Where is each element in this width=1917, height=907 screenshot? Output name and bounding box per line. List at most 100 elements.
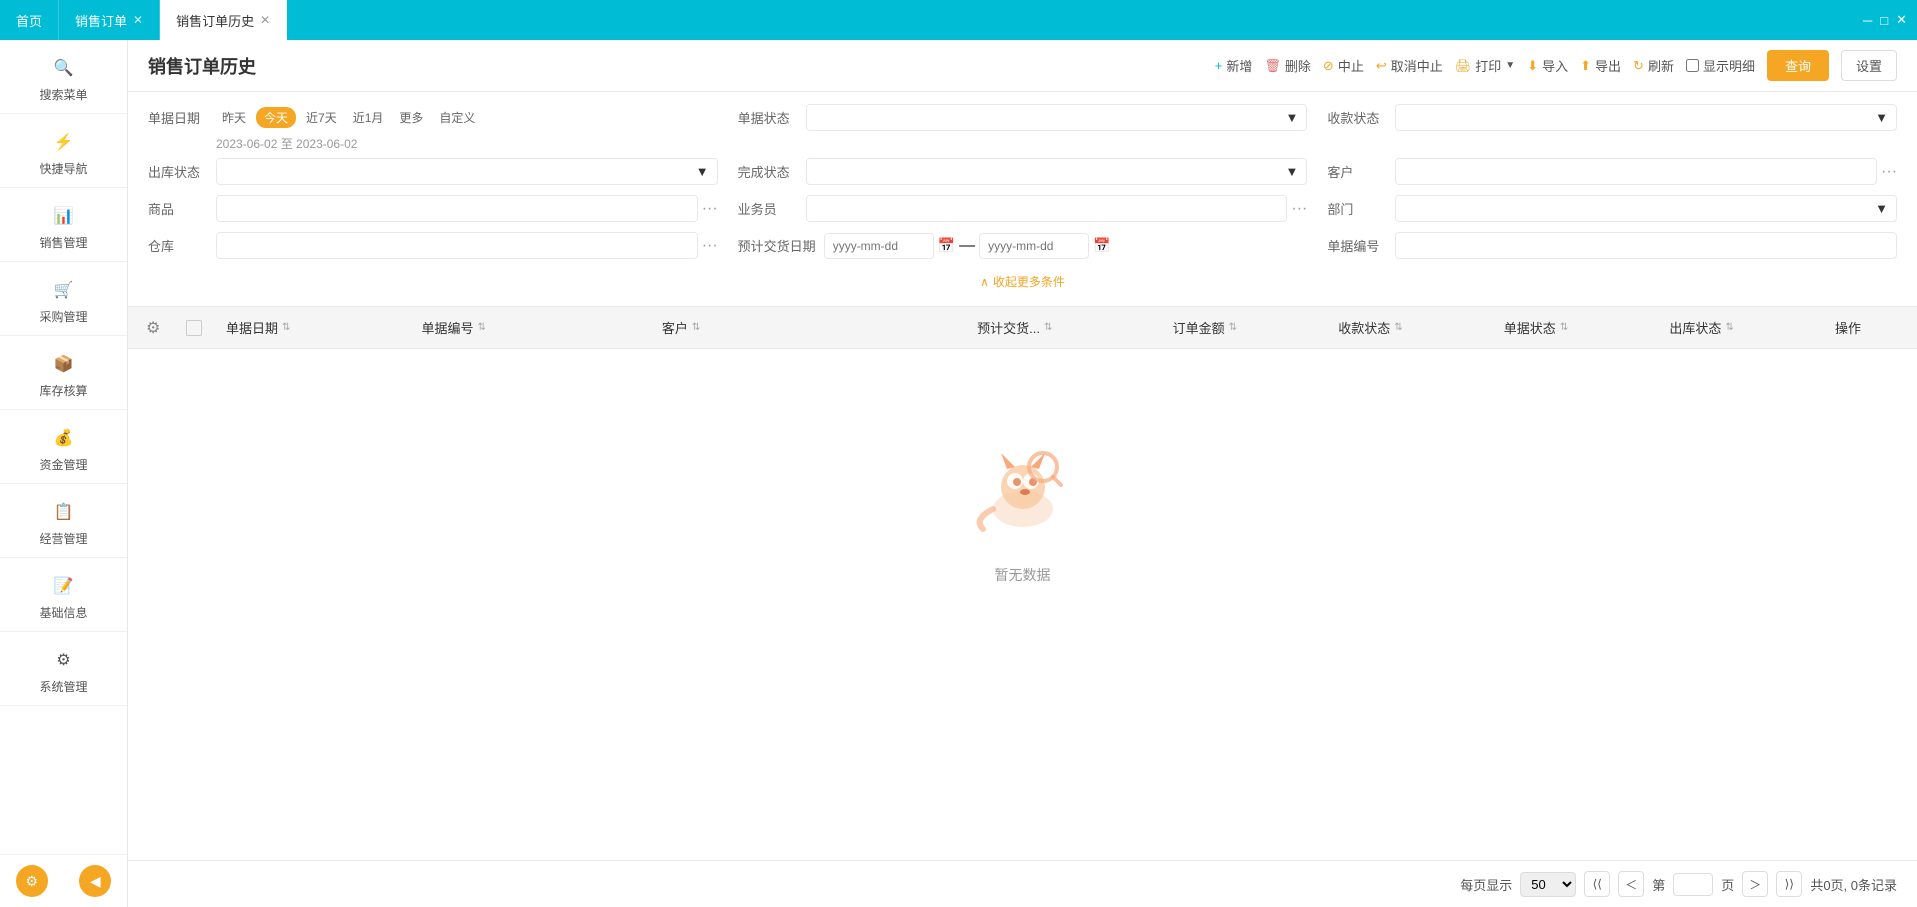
th-settings[interactable]: ⚙ bbox=[138, 318, 178, 338]
page-size-select[interactable]: 50 10 20 100 bbox=[1520, 872, 1576, 897]
sidebar-item-system-label: 系统管理 bbox=[39, 678, 87, 695]
import-button[interactable]: ⬇ 导入 bbox=[1527, 56, 1568, 75]
sidebar-item-finance[interactable]: 💰 资金管理 bbox=[0, 410, 127, 484]
sales-icon: 📊 bbox=[50, 202, 78, 230]
th-ship-status[interactable]: 出库状态 ⇅ bbox=[1661, 318, 1827, 337]
date-custom-btn[interactable]: 自定义 bbox=[433, 107, 481, 128]
column-settings-icon[interactable]: ⚙ bbox=[146, 318, 160, 338]
window-minimize-btn[interactable]: ─ bbox=[1863, 13, 1872, 28]
th-amount[interactable]: 订单金额 ⇅ bbox=[1165, 318, 1331, 337]
window-close-btn[interactable]: ✕ bbox=[1896, 12, 1907, 28]
page-size-label: 每页显示 bbox=[1460, 875, 1512, 894]
export-button[interactable]: ⬆ 导出 bbox=[1580, 56, 1621, 75]
pagination: 每页显示 50 10 20 100 ⟨⟨ ＜ 第 1 页 ＞ ⟩⟩ 共0页, 0… bbox=[128, 860, 1917, 907]
delete-button[interactable]: 🗑 删除 bbox=[1264, 56, 1311, 75]
collapse-button[interactable]: ∧ 收起更多条件 bbox=[148, 269, 1897, 294]
next-page-btn[interactable]: ＞ bbox=[1742, 871, 1768, 897]
print-arrow-icon: ▼ bbox=[1505, 60, 1515, 71]
date-1month-btn[interactable]: 近1月 bbox=[347, 107, 390, 128]
date-today-btn[interactable]: 今天 bbox=[256, 107, 296, 128]
first-page-btn[interactable]: ⟨⟨ bbox=[1584, 871, 1610, 897]
add-button[interactable]: + 新增 bbox=[1215, 56, 1253, 75]
sidebar-settings-btn[interactable]: ⚙ bbox=[16, 865, 48, 897]
sidebar-item-purchase[interactable]: 🛒 采购管理 bbox=[0, 262, 127, 336]
goods-dots-icon[interactable]: ··· bbox=[702, 200, 718, 218]
cancel-stop-icon: ↩ bbox=[1376, 58, 1387, 74]
sidebar-item-purchase-label: 采购管理 bbox=[39, 308, 87, 325]
pay-status-select[interactable]: ▼ bbox=[1395, 104, 1897, 131]
window-maximize-btn[interactable]: □ bbox=[1880, 13, 1888, 28]
import-icon: ⬇ bbox=[1527, 58, 1538, 74]
th-date[interactable]: 单据日期 ⇅ bbox=[218, 318, 414, 337]
complete-status-select[interactable]: ▼ bbox=[806, 158, 1308, 185]
print-label: 打印 bbox=[1475, 56, 1501, 75]
print-button[interactable]: 🖨 打印 ▼ bbox=[1455, 56, 1515, 75]
delivery-end-input[interactable] bbox=[979, 233, 1089, 259]
sidebar-item-inventory[interactable]: 📦 库存核算 bbox=[0, 336, 127, 410]
close-history-tab-icon[interactable]: ✕ bbox=[260, 13, 270, 27]
sidebar-item-system[interactable]: ⚙ 系统管理 bbox=[0, 632, 127, 706]
tab-sales-order-history[interactable]: 销售订单历史 ✕ bbox=[160, 0, 287, 40]
collapse-label: 收起更多条件 bbox=[993, 273, 1065, 290]
tab-home[interactable]: 首页 bbox=[0, 0, 59, 40]
sidebar-item-basics[interactable]: 📝 基础信息 bbox=[0, 558, 127, 632]
delivery-start-input[interactable] bbox=[824, 233, 934, 259]
th-customer[interactable]: 客户 ⇅ bbox=[654, 318, 969, 337]
ship-status-arrow-icon: ▼ bbox=[696, 164, 709, 179]
sidebar-item-operations[interactable]: 📋 经营管理 bbox=[0, 484, 127, 558]
customer-dots-icon[interactable]: ··· bbox=[1881, 163, 1897, 181]
sidebar-item-search[interactable]: 🔍 搜索菜单 bbox=[0, 40, 127, 114]
refresh-label: 刷新 bbox=[1648, 56, 1674, 75]
sidebar-item-sales[interactable]: 📊 销售管理 bbox=[0, 188, 127, 262]
th-num[interactable]: 单据编号 ⇅ bbox=[414, 318, 654, 337]
filter-row-4: 仓库 ··· 预计交货日期 📅 — 📅 bbox=[148, 232, 1897, 259]
date-more-btn[interactable]: 更多 bbox=[393, 107, 429, 128]
last-page-btn[interactable]: ⟩⟩ bbox=[1776, 871, 1802, 897]
warehouse-input[interactable] bbox=[216, 232, 698, 259]
sidebar-item-quicknav[interactable]: ⚡ 快捷导航 bbox=[0, 114, 127, 188]
display-detail-toggle[interactable]: 显示明细 bbox=[1686, 56, 1755, 75]
salesperson-input[interactable] bbox=[806, 195, 1288, 222]
stop-label: 中止 bbox=[1338, 56, 1364, 75]
settings-button[interactable]: 设置 bbox=[1841, 50, 1897, 81]
page-input[interactable]: 1 bbox=[1673, 873, 1713, 896]
th-pay-status[interactable]: 收款状态 ⇅ bbox=[1330, 318, 1496, 337]
department-label: 部门 bbox=[1327, 199, 1387, 218]
warehouse-control: ··· bbox=[216, 232, 718, 259]
refresh-button[interactable]: ↻ 刷新 bbox=[1633, 56, 1674, 75]
toolbar: + 新增 🗑 删除 ⊘ 中止 ↩ 取消中止 🖨 打印 bbox=[1215, 50, 1897, 81]
cancel-stop-button[interactable]: ↩ 取消中止 bbox=[1376, 56, 1443, 75]
customer-input[interactable] bbox=[1395, 158, 1877, 185]
stop-button[interactable]: ⊘ 中止 bbox=[1323, 56, 1364, 75]
delete-icon: 🗑 bbox=[1264, 58, 1281, 74]
th-order-status-label: 单据状态 bbox=[1504, 318, 1556, 337]
th-delivery[interactable]: 预计交货... ⇅ bbox=[969, 318, 1165, 337]
tab-sales-order[interactable]: 销售订单 ✕ bbox=[59, 0, 160, 40]
date-yesterday-btn[interactable]: 昨天 bbox=[216, 107, 252, 128]
delete-label: 删除 bbox=[1285, 56, 1311, 75]
department-select[interactable]: ▼ bbox=[1395, 195, 1897, 222]
date-7days-btn[interactable]: 近7天 bbox=[300, 107, 343, 128]
close-sales-order-tab-icon[interactable]: ✕ bbox=[133, 13, 143, 27]
th-order-status[interactable]: 单据状态 ⇅ bbox=[1496, 318, 1662, 337]
warehouse-dots-icon[interactable]: ··· bbox=[702, 237, 718, 255]
prev-page-btn[interactable]: ＜ bbox=[1618, 871, 1644, 897]
th-pay-status-sort-icon: ⇅ bbox=[1394, 322, 1402, 333]
stop-icon: ⊘ bbox=[1323, 58, 1334, 74]
salesperson-dots-icon[interactable]: ··· bbox=[1291, 200, 1307, 218]
select-all-checkbox[interactable] bbox=[186, 320, 202, 336]
query-button[interactable]: 查询 bbox=[1767, 50, 1829, 81]
order-status-select[interactable]: ▼ bbox=[806, 104, 1308, 131]
filter-warehouse: 仓库 ··· bbox=[148, 232, 718, 259]
th-checkbox[interactable] bbox=[178, 320, 218, 336]
th-ship-status-label: 出库状态 bbox=[1669, 318, 1721, 337]
sidebar-bottom: ⚙ ◀ bbox=[0, 854, 127, 907]
order-no-input[interactable] bbox=[1395, 232, 1897, 259]
sidebar-item-finance-label: 资金管理 bbox=[39, 456, 87, 473]
goods-input[interactable] bbox=[216, 195, 698, 222]
filter-complete-status: 完成状态 ▼ bbox=[738, 158, 1308, 185]
display-detail-checkbox[interactable] bbox=[1686, 59, 1699, 72]
ship-status-select[interactable]: ▼ bbox=[216, 158, 718, 185]
filter-ship-status: 出库状态 ▼ bbox=[148, 158, 718, 185]
sidebar-collapse-btn[interactable]: ◀ bbox=[79, 865, 111, 897]
